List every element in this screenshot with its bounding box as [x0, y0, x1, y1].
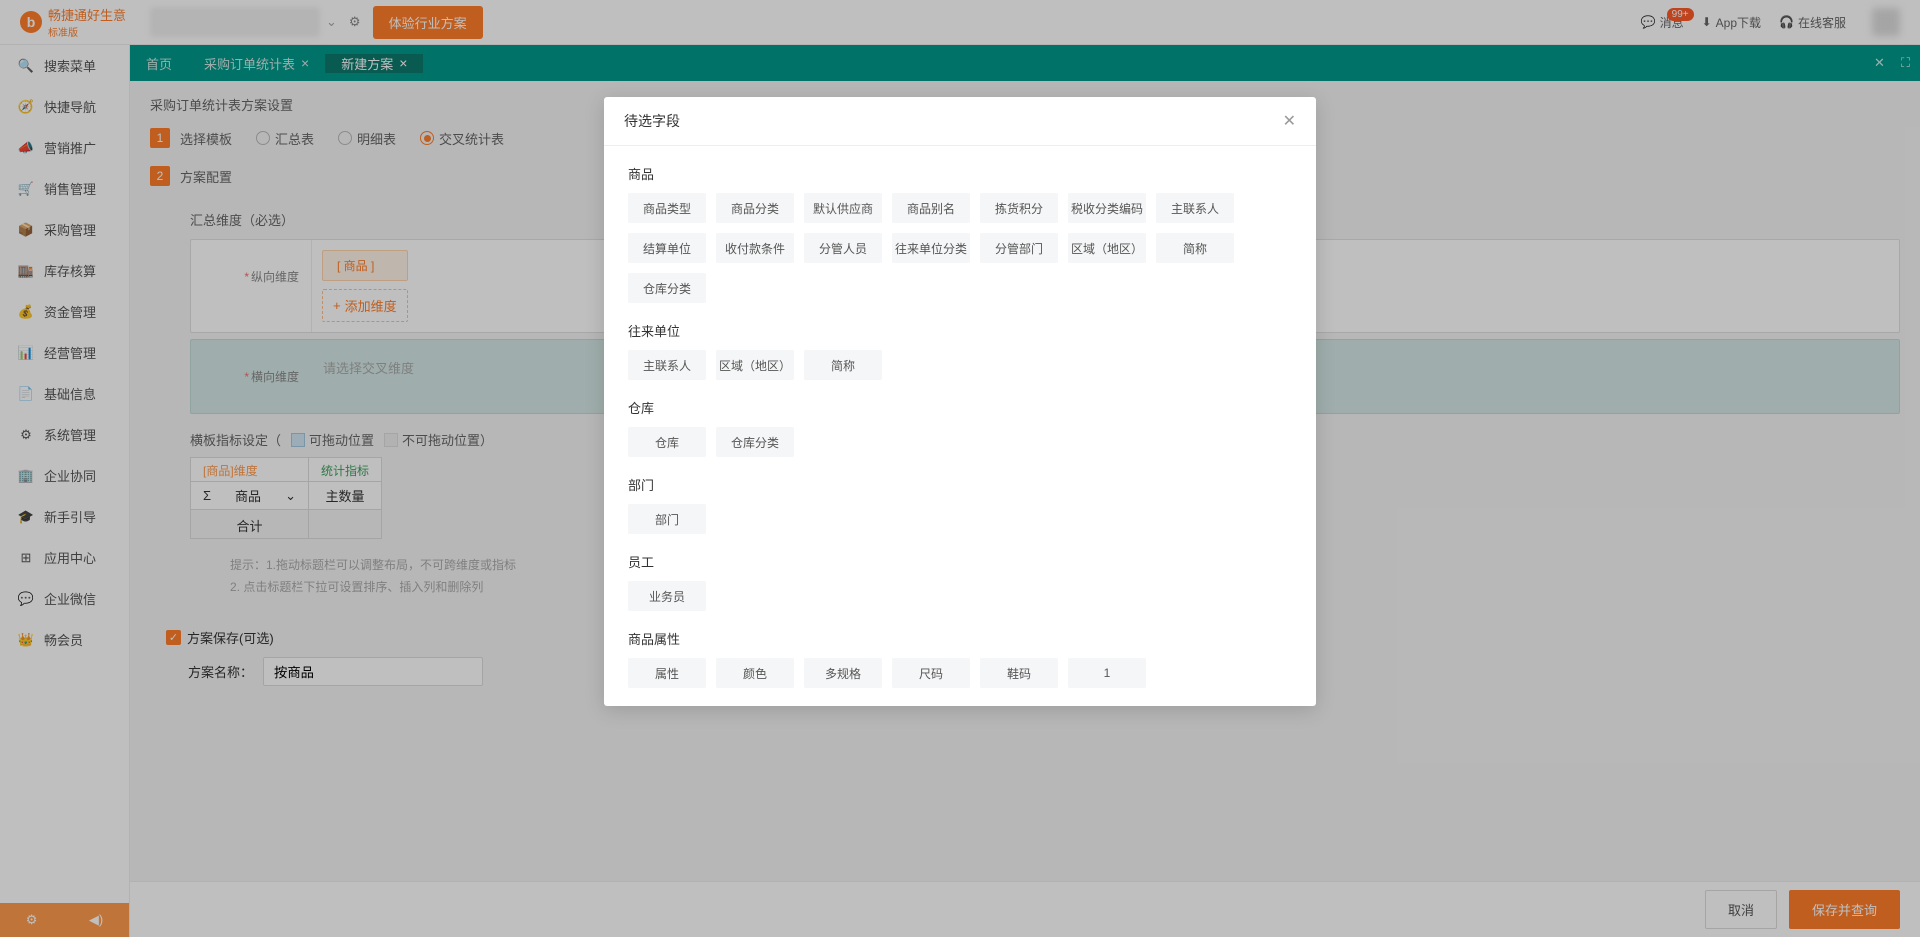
field-tag[interactable]: 业务员 [628, 581, 706, 611]
modal-header: 待选字段 ✕ [604, 97, 1316, 146]
field-tag[interactable]: 商品分类 [716, 193, 794, 223]
field-tag[interactable]: 主联系人 [628, 350, 706, 380]
field-tag[interactable]: 仓库分类 [628, 273, 706, 303]
field-tag[interactable]: 部门 [628, 504, 706, 534]
field-tag[interactable]: 收付款条件 [716, 233, 794, 263]
group-title: 商品 [628, 164, 1292, 183]
modal-title: 待选字段 [624, 111, 680, 131]
field-selector-modal: 待选字段 ✕ 商品商品类型商品分类默认供应商商品别名拣货积分税收分类编码主联系人… [604, 97, 1316, 706]
field-tag[interactable]: 属性 [628, 658, 706, 688]
field-tag[interactable]: 仓库分类 [716, 427, 794, 457]
field-group-1: 往来单位主联系人区域（地区） 简称 [628, 321, 1292, 380]
field-tag[interactable]: 往来单位分类 [892, 233, 970, 263]
group-title: 仓库 [628, 398, 1292, 417]
field-tag[interactable]: 拣货积分 [980, 193, 1058, 223]
field-group-2: 仓库仓库仓库分类 [628, 398, 1292, 457]
field-group-4: 员工业务员 [628, 552, 1292, 611]
field-tag[interactable]: 区域（地区） [716, 350, 794, 380]
field-group-5: 商品属性属性颜色多规格尺码鞋码 1 [628, 629, 1292, 688]
field-tag[interactable]: 简称 [1156, 233, 1234, 263]
close-icon[interactable]: ✕ [1283, 111, 1296, 131]
field-tag[interactable]: 税收分类编码 [1068, 193, 1146, 223]
modal-body: 商品商品类型商品分类默认供应商商品别名拣货积分税收分类编码主联系人结算单位收付款… [604, 146, 1316, 706]
group-title: 往来单位 [628, 321, 1292, 340]
field-tag[interactable]: 简称 [804, 350, 882, 380]
field-tag[interactable]: 商品类型 [628, 193, 706, 223]
field-tag[interactable]: 仓库 [628, 427, 706, 457]
field-tag[interactable]: 分管人员 [804, 233, 882, 263]
field-tag[interactable]: 多规格 [804, 658, 882, 688]
field-tag[interactable]: 结算单位 [628, 233, 706, 263]
field-tag[interactable]: 主联系人 [1156, 193, 1234, 223]
group-title: 部门 [628, 475, 1292, 494]
field-tag[interactable]: 默认供应商 [804, 193, 882, 223]
field-tag[interactable]: 颜色 [716, 658, 794, 688]
field-tag[interactable]: 分管部门 [980, 233, 1058, 263]
field-tag[interactable]: 商品别名 [892, 193, 970, 223]
field-tag[interactable]: 区域（地区） [1068, 233, 1146, 263]
field-group-3: 部门部门 [628, 475, 1292, 534]
group-title: 商品属性 [628, 629, 1292, 648]
field-group-0: 商品商品类型商品分类默认供应商商品别名拣货积分税收分类编码主联系人结算单位收付款… [628, 164, 1292, 303]
field-tag[interactable]: 1 [1068, 658, 1146, 688]
group-title: 员工 [628, 552, 1292, 571]
field-tag[interactable]: 尺码 [892, 658, 970, 688]
field-tag[interactable]: 鞋码 [980, 658, 1058, 688]
